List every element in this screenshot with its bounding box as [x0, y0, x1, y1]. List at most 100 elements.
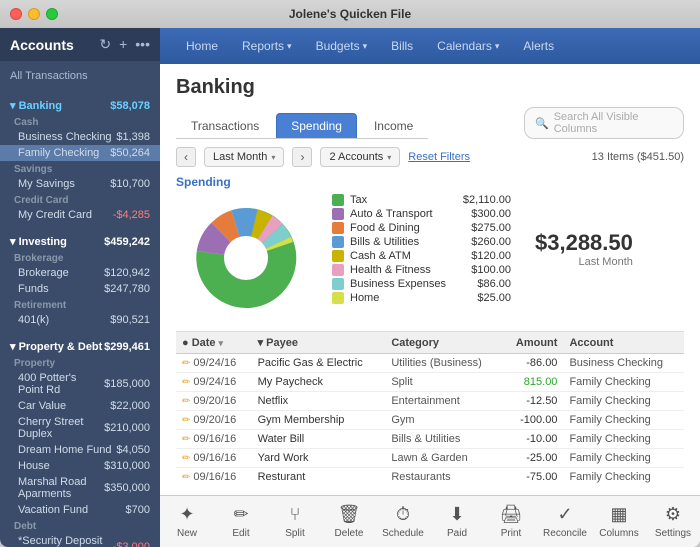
cell-date: ✏09/16/16 — [176, 430, 252, 449]
legend-home-name: Home — [350, 292, 450, 304]
table-row[interactable]: ✏09/20/16 Gym Membership Gym -100.00 Fam… — [176, 411, 684, 430]
settings-button[interactable]: ⚙ Settings — [651, 504, 696, 539]
refresh-icon[interactable]: ↻ — [99, 36, 111, 53]
delete-button[interactable]: 🗑 Delete — [327, 504, 372, 539]
maximize-button[interactable] — [46, 8, 58, 20]
property-sub-label: Property — [0, 355, 160, 370]
sidebar-item-funds[interactable]: Funds $247,780 — [0, 281, 160, 297]
investing-header[interactable]: ▾ Investing $459,242 — [0, 231, 160, 250]
tab-spending[interactable]: Spending — [276, 113, 357, 138]
paid-button[interactable]: ⬇ Paid — [435, 504, 480, 539]
all-transactions-item[interactable]: All Transactions — [0, 65, 160, 87]
legend-health-name: Health & Fitness — [350, 264, 450, 276]
table-row[interactable]: ✏09/24/16 My Paycheck Split 815.00 Famil… — [176, 373, 684, 392]
date-sort-arrow: ▾ — [219, 338, 224, 348]
date-range-select[interactable]: Last Month ▾ — [204, 147, 284, 167]
col-amount[interactable]: Amount — [502, 332, 563, 354]
prev-period-button[interactable]: ‹ — [176, 147, 196, 167]
brokerage-label: Brokerage — [0, 250, 160, 265]
legend-home-color — [332, 292, 344, 304]
legend-tax-color — [332, 194, 344, 206]
cell-payee: Gym Membership — [252, 411, 386, 430]
sidebar-item-family-checking[interactable]: Family Checking $50,264 — [0, 145, 160, 161]
reconcile-button[interactable]: ✓ Reconcile — [543, 504, 588, 539]
sidebar-item-house[interactable]: House $310,000 — [0, 458, 160, 474]
more-icon[interactable]: ••• — [135, 36, 150, 53]
search-placeholder: Search All Visible Columns — [554, 111, 673, 135]
banking-header[interactable]: ▾ Banking $58,078 — [0, 95, 160, 114]
sidebar-item-potters-rd[interactable]: 400 Potter's Point Rd $185,000 — [0, 370, 160, 398]
reset-filters-button[interactable]: Reset Filters — [408, 151, 470, 163]
col-date[interactable]: ● Date▾ — [176, 332, 252, 354]
sidebar-item-car-value[interactable]: Car Value $22,000 — [0, 398, 160, 414]
spending-total: $3,288.50 Last Month — [535, 175, 633, 323]
property-group-amount: $299,461 — [104, 341, 150, 353]
row-edit-icon: ✏ — [182, 415, 190, 426]
nav-calendars-label: Calendars — [437, 39, 492, 53]
table-row[interactable]: ✏09/20/16 Netflix Entertainment -12.50 F… — [176, 392, 684, 411]
col-payee[interactable]: ▾ Payee — [252, 332, 386, 354]
accounts-select[interactable]: 2 Accounts ▾ — [320, 147, 400, 167]
cherry-duplex-name: Cherry Street Duplex — [18, 416, 104, 440]
split-button[interactable]: ⑂ Split — [273, 504, 318, 539]
tabs-row: Transactions Spending Income — [176, 113, 428, 139]
legend-cash-amount: $120.00 — [456, 250, 511, 262]
sidebar-item-cherry-duplex[interactable]: Cherry Street Duplex $210,000 — [0, 414, 160, 442]
schedule-label: Schedule — [382, 528, 424, 539]
col-category[interactable]: Category — [385, 332, 502, 354]
legend-bills: Bills & Utilities $260.00 — [332, 236, 511, 248]
columns-button[interactable]: ▦ Columns — [597, 504, 642, 539]
sidebar-item-business-checking[interactable]: Business Checking $1,398 — [0, 129, 160, 145]
family-checking-amount: $50,264 — [110, 147, 150, 159]
cell-date: ✏09/24/16 — [176, 354, 252, 373]
tab-income[interactable]: Income — [359, 113, 428, 138]
edit-button[interactable]: ✏ Edit — [219, 504, 264, 539]
table-row[interactable]: ✏09/16/16 Resturant Restaurants -75.00 F… — [176, 468, 684, 484]
col-account[interactable]: Account — [563, 332, 684, 354]
spending-label: Spending — [176, 175, 316, 189]
sidebar-item-security-dep[interactable]: *Security Deposit Liability* -$3,000 — [0, 533, 160, 547]
tab-transactions[interactable]: Transactions — [176, 113, 274, 138]
new-button[interactable]: ✦ New — [165, 504, 210, 539]
nav-home[interactable]: Home — [176, 35, 228, 57]
col-amount-label: Amount — [516, 337, 558, 349]
nav-bills[interactable]: Bills — [381, 35, 423, 57]
table-row[interactable]: ✏09/16/16 Water Bill Bills & Utilities -… — [176, 430, 684, 449]
transactions-table-wrapper: ● Date▾ ▾ Payee Category Amount Account … — [176, 331, 684, 483]
sidebar-item-marshal-apts[interactable]: Marshal Road Aparments $350,000 — [0, 474, 160, 502]
search-box[interactable]: 🔍 Search All Visible Columns — [524, 107, 684, 139]
house-amount: $310,000 — [104, 460, 150, 472]
close-button[interactable] — [10, 8, 22, 20]
sidebar-item-brokerage[interactable]: Brokerage $120,942 — [0, 265, 160, 281]
dream-home-amount: $4,050 — [116, 444, 150, 456]
sidebar-item-my-credit-card[interactable]: My Credit Card -$4,285 — [0, 207, 160, 223]
cell-payee: Resturant — [252, 468, 386, 484]
minimize-button[interactable] — [28, 8, 40, 20]
sidebar-item-my-savings[interactable]: My Savings $10,700 — [0, 176, 160, 192]
table-row[interactable]: ✏09/24/16 Pacific Gas & Electric Utiliti… — [176, 354, 684, 373]
nav-reports-label: Reports — [242, 39, 284, 53]
schedule-button[interactable]: ⏱ Schedule — [381, 504, 426, 539]
investing-group-amount: $459,242 — [104, 236, 150, 248]
print-icon: 🖨 — [500, 504, 523, 525]
nav-calendars[interactable]: Calendars▾ — [427, 35, 509, 57]
nav-alerts-label: Alerts — [523, 39, 554, 53]
legend-home-amount: $25.00 — [456, 292, 511, 304]
sidebar-item-vacation-fund[interactable]: Vacation Fund $700 — [0, 502, 160, 518]
nav-alerts[interactable]: Alerts — [513, 35, 564, 57]
sidebar-item-401k[interactable]: 401(k) $90,521 — [0, 312, 160, 328]
content-area: Home Reports▾ Budgets▾ Bills Calendars▾ … — [160, 28, 700, 547]
next-period-button[interactable]: › — [292, 147, 312, 167]
nav-budgets[interactable]: Budgets▾ — [306, 35, 378, 57]
cell-category: Split — [385, 373, 502, 392]
add-icon[interactable]: + — [119, 36, 127, 53]
app-body: Accounts ↻ + ••• All Transactions ▾ Bank… — [0, 28, 700, 547]
table-row[interactable]: ✏09/16/16 Yard Work Lawn & Garden -25.00… — [176, 449, 684, 468]
401k-amount: $90,521 — [110, 314, 150, 326]
calendars-arrow: ▾ — [495, 41, 500, 52]
print-button[interactable]: 🖨 Print — [489, 504, 534, 539]
sidebar-item-dream-home[interactable]: Dream Home Fund $4,050 — [0, 442, 160, 458]
dream-home-name: Dream Home Fund — [18, 444, 112, 456]
nav-reports[interactable]: Reports▾ — [232, 35, 302, 57]
property-header[interactable]: ▾ Property & Debt $299,461 — [0, 336, 160, 355]
